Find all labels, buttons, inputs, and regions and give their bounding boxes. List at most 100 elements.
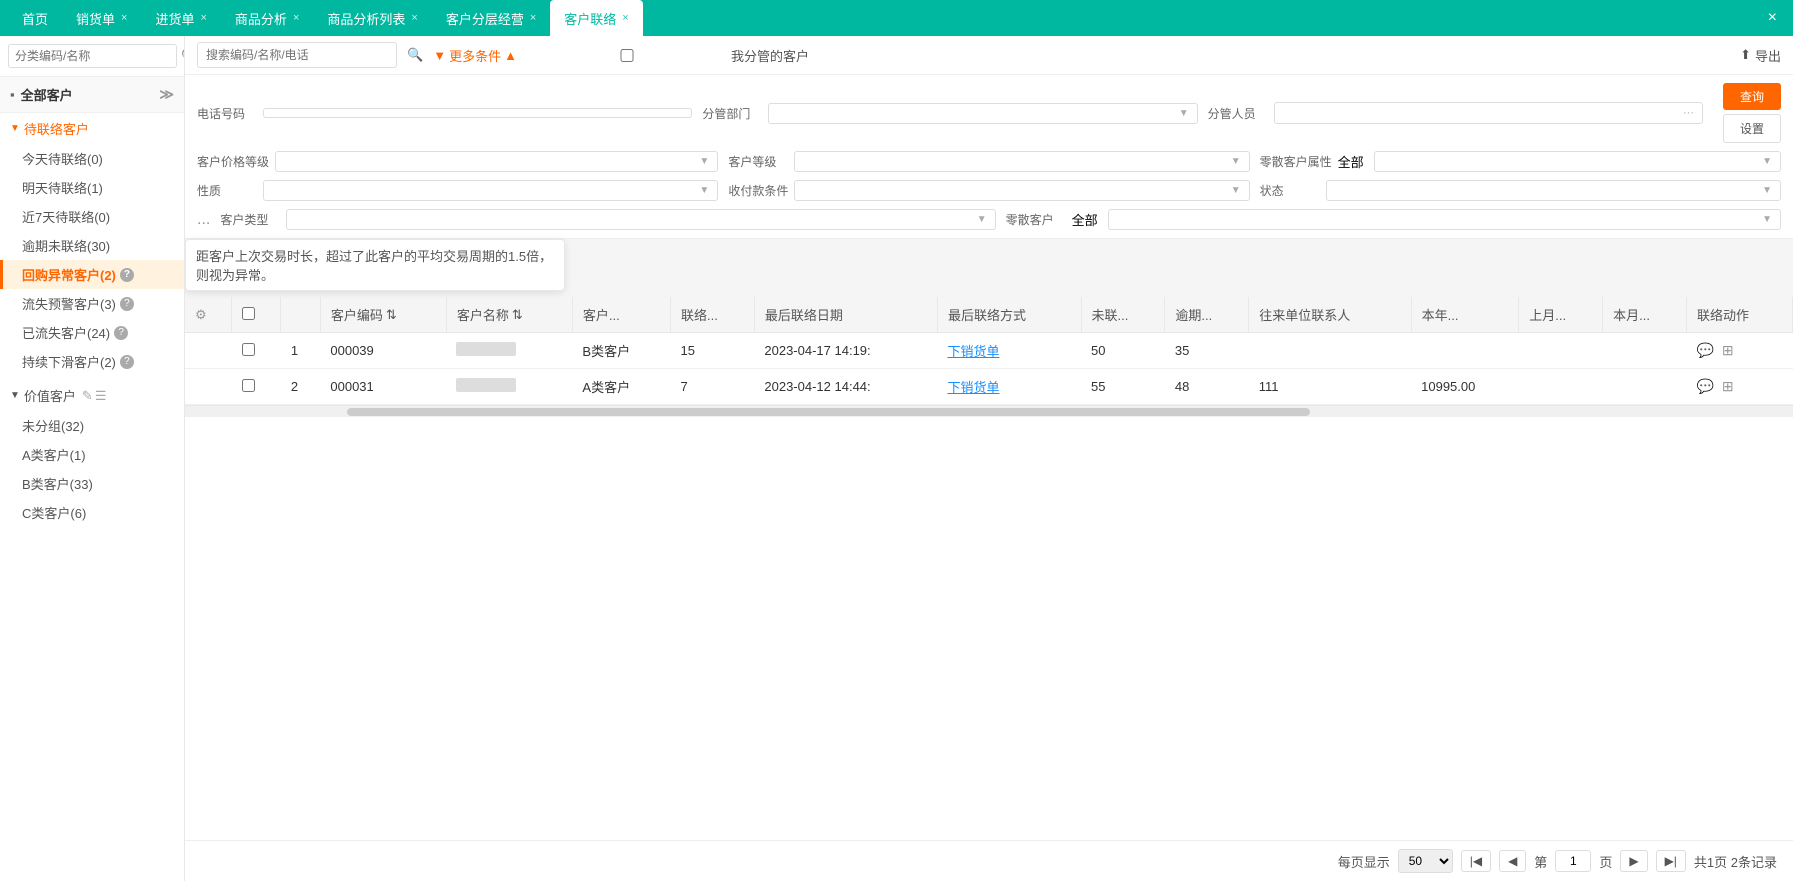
more-conditions-button[interactable]: ▼ 更多条件 ▲ (433, 46, 517, 65)
row-customer-type-1: A类客户 (572, 369, 670, 405)
dept-select[interactable]: ▼ (768, 103, 1197, 124)
row-last-contact-method-0[interactable]: 下销货单 (937, 333, 1081, 369)
nav-product-analysis-close[interactable]: × (293, 12, 299, 24)
table-gear-icon[interactable]: ⚙ (195, 307, 207, 322)
col-this-year[interactable]: 本年... (1411, 297, 1519, 333)
retail-customer-select[interactable]: ▼ (1108, 209, 1781, 230)
my-customer-checkbox[interactable] (527, 49, 727, 62)
row-contact-1: 7 (671, 369, 755, 405)
sidebar-pending-group[interactable]: ▼ 待联络客户 (0, 113, 184, 144)
customer-type-select[interactable]: ▼ (286, 209, 995, 230)
search-icon[interactable]: 🔍 (407, 47, 423, 63)
sidebar-all-customers[interactable]: ▪ 全部客户 ≫ (0, 77, 184, 113)
nav-home[interactable]: 首页 (8, 0, 62, 36)
phone-input[interactable] (263, 108, 692, 118)
nav-sales-order-close[interactable]: × (121, 12, 127, 24)
export-button[interactable]: ⬆ 导出 (1740, 46, 1781, 65)
row-last-contact-method-1[interactable]: 下销货单 (937, 369, 1081, 405)
payment-select[interactable]: ▼ (794, 180, 1249, 201)
nav-product-analysis[interactable]: 商品分析 × (221, 0, 313, 36)
more-dots-icon[interactable]: ... (197, 211, 210, 229)
sidebar-search-input[interactable] (8, 44, 177, 68)
scrollbar-thumb[interactable] (347, 408, 1309, 416)
price-level-arrow-icon: ▼ (699, 156, 709, 167)
value-group-edit-icon[interactable]: ✎ (82, 388, 93, 404)
window-close-button[interactable]: × (1760, 9, 1785, 27)
name-sort[interactable]: 客户名称 ⇅ (457, 305, 523, 324)
sidebar-item-overdue[interactable]: 逾期未联络(30) (0, 231, 184, 260)
sidebar-item-repurchase-abnormal[interactable]: 回购异常客户(2) ? (0, 260, 184, 289)
nav-product-analysis-list-close[interactable]: × (411, 12, 417, 24)
sidebar-item-tomorrow[interactable]: 明天待联络(1) (0, 173, 184, 202)
row-name-0 (446, 333, 572, 369)
row-method-link-0[interactable]: 下销货单 (947, 344, 999, 359)
sidebar-item-lost-preview[interactable]: 流失预警客户(3) ? (0, 289, 184, 318)
first-page-btn[interactable]: |◀ (1461, 850, 1491, 872)
grid-icon-0[interactable]: ⊞ (1722, 342, 1734, 359)
status-select[interactable]: ▼ (1326, 180, 1781, 201)
message-icon-0[interactable]: 💬 (1696, 342, 1713, 359)
col-contact[interactable]: 联络... (671, 297, 755, 333)
nav-customer-contact-close[interactable]: × (622, 12, 628, 24)
retail-attr-select[interactable]: ▼ (1374, 151, 1781, 172)
sidebar-item-b-class[interactable]: B类客户(33) (0, 469, 184, 498)
col-last-month[interactable]: 上月... (1519, 297, 1603, 333)
payment-arrow-icon: ▼ (1231, 185, 1241, 196)
nav-customer-contact[interactable]: 客户联络 × (550, 0, 642, 36)
row-select-0[interactable] (242, 343, 255, 356)
row-checkbox-1[interactable] (232, 369, 281, 405)
nav-sales-order[interactable]: 销货单 × (62, 0, 141, 36)
col-code[interactable]: 客户编码 ⇅ (320, 297, 446, 333)
sidebar-item-c-class[interactable]: C类客户(6) (0, 498, 184, 527)
last-page-btn[interactable]: ▶| (1656, 850, 1686, 872)
manager-select[interactable]: ··· (1274, 102, 1703, 124)
search-input[interactable] (197, 42, 397, 68)
sidebar-fold-btn[interactable]: ≫ (159, 86, 174, 103)
row-checkbox-0[interactable] (232, 333, 281, 369)
code-sort[interactable]: 客户编码 ⇅ (331, 305, 397, 324)
customer-table: ⚙ 客户编码 ⇅ (185, 297, 1793, 405)
nav-customer-tiered-close[interactable]: × (530, 12, 536, 24)
gender-select[interactable]: ▼ (263, 180, 718, 201)
nav-customer-tiered[interactable]: 客户分层经营 × (432, 0, 550, 36)
col-contact-person[interactable]: 往来单位联系人 (1249, 297, 1411, 333)
col-settings[interactable]: ⚙ (185, 297, 232, 333)
select-all-checkbox[interactable] (242, 307, 255, 320)
col-checkbox[interactable] (232, 297, 281, 333)
sidebar-item-today[interactable]: 今天待联络(0) (0, 144, 184, 173)
prev-page-btn[interactable]: ◀ (1499, 850, 1526, 872)
filter-status: 状态 ▼ (1260, 180, 1781, 201)
sidebar-value-group[interactable]: ▼ 价值客户 ✎ ☰ (0, 380, 184, 411)
nav-product-analysis-list[interactable]: 商品分析列表 × (313, 0, 431, 36)
page-input[interactable] (1555, 850, 1591, 872)
settings-button[interactable]: 设置 (1723, 114, 1781, 143)
sidebar-item-a-class[interactable]: A类客户(1) (0, 440, 184, 469)
horizontal-scrollbar[interactable] (185, 405, 1793, 417)
dept-arrow-icon: ▼ (1179, 108, 1189, 119)
col-last-contact-date[interactable]: 最后联络日期 (754, 297, 937, 333)
sidebar-item-7days[interactable]: 近7天待联络(0) (0, 202, 184, 231)
price-level-select[interactable]: ▼ (275, 151, 718, 172)
col-last-contact-method[interactable]: 最后联络方式 (937, 297, 1081, 333)
sidebar-item-sustained-down[interactable]: 持续下滑客户(2) ? (0, 347, 184, 376)
name-sort-icon: ⇅ (512, 307, 523, 323)
query-button[interactable]: 查询 (1723, 83, 1781, 110)
row-contact-person-1: 111 (1249, 369, 1411, 405)
col-customer-type[interactable]: 客户... (572, 297, 670, 333)
row-select-1[interactable] (242, 379, 255, 392)
nav-purchase-order-close[interactable]: × (200, 12, 206, 24)
value-group-more-icon[interactable]: ☰ (95, 388, 107, 404)
row-method-link-1[interactable]: 下销货单 (947, 380, 999, 395)
nav-purchase-order[interactable]: 进货单 × (141, 0, 220, 36)
sidebar-item-already-lost[interactable]: 已流失客户(24) ? (0, 318, 184, 347)
col-overdue[interactable]: 逾期... (1165, 297, 1249, 333)
next-page-btn[interactable]: ▶ (1620, 850, 1647, 872)
col-this-month[interactable]: 本月... (1603, 297, 1687, 333)
message-icon-1[interactable]: 💬 (1696, 378, 1713, 395)
per-page-select[interactable]: 50 100 200 (1398, 849, 1453, 873)
sidebar-item-unclassified[interactable]: 未分组(32) (0, 411, 184, 440)
col-name[interactable]: 客户名称 ⇅ (446, 297, 572, 333)
grid-icon-1[interactable]: ⊞ (1722, 378, 1734, 395)
customer-level-select[interactable]: ▼ (794, 151, 1249, 172)
col-unread[interactable]: 未联... (1081, 297, 1165, 333)
